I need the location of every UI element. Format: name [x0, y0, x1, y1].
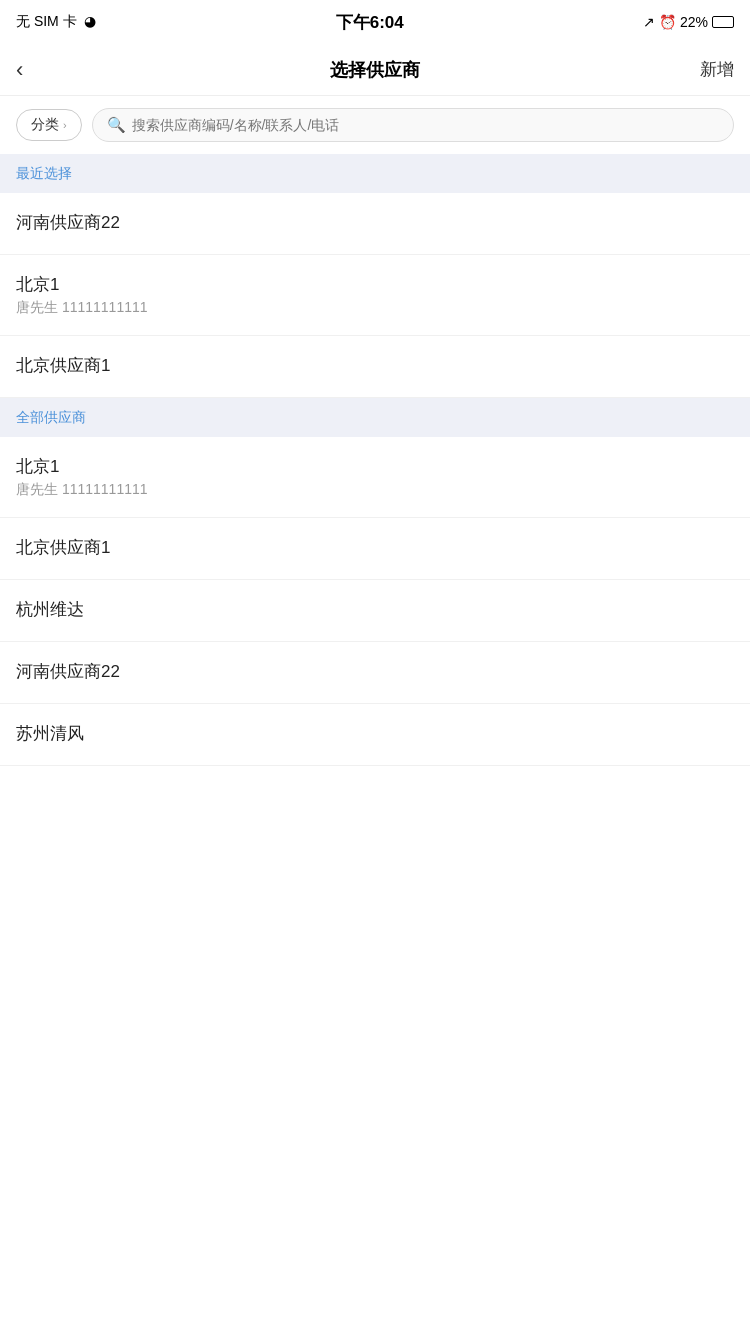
all-section-header: 全部供应商 — [0, 398, 750, 437]
status-left: 无 SIM 卡 ◕ — [16, 13, 96, 31]
recent-section-label: 最近选择 — [16, 165, 72, 181]
status-right: ↗ ⏰ 22% — [643, 14, 734, 30]
item-detail: 唐先生 11111111111 — [16, 299, 734, 317]
alarm-icon: ⏰ — [659, 14, 676, 30]
item-name: 苏州清风 — [16, 722, 734, 745]
item-name: 北京供应商1 — [16, 536, 734, 559]
search-box[interactable]: 🔍 — [92, 108, 734, 142]
list-item[interactable]: 北京1 唐先生 11111111111 — [0, 437, 750, 518]
search-icon: 🔍 — [107, 116, 126, 134]
list-item[interactable]: 河南供应商22 — [0, 193, 750, 255]
search-input[interactable] — [132, 117, 719, 133]
status-time: 下午6:04 — [336, 11, 404, 34]
category-label: 分类 — [31, 116, 59, 134]
list-item[interactable]: 苏州清风 — [0, 704, 750, 766]
page-title: 选择供应商 — [330, 58, 420, 82]
category-button[interactable]: 分类 › — [16, 109, 82, 141]
item-name: 河南供应商22 — [16, 660, 734, 683]
list-item[interactable]: 北京供应商1 — [0, 518, 750, 580]
item-name: 北京1 — [16, 455, 734, 478]
battery-icon — [712, 16, 734, 28]
battery-percent: 22% — [680, 14, 708, 30]
list-item[interactable]: 北京1 唐先生 11111111111 — [0, 255, 750, 336]
list-item[interactable]: 河南供应商22 — [0, 642, 750, 704]
recent-section-header: 最近选择 — [0, 154, 750, 193]
nav-bar: ‹ 选择供应商 新增 — [0, 44, 750, 96]
status-bar: 无 SIM 卡 ◕ 下午6:04 ↗ ⏰ 22% — [0, 0, 750, 44]
location-icon: ↗ — [643, 14, 655, 30]
back-button[interactable]: ‹ — [16, 57, 60, 83]
item-name: 北京供应商1 — [16, 354, 734, 377]
item-detail: 唐先生 11111111111 — [16, 481, 734, 499]
new-supplier-button[interactable]: 新增 — [690, 58, 734, 81]
item-name: 杭州维达 — [16, 598, 734, 621]
item-name: 北京1 — [16, 273, 734, 296]
list-item[interactable]: 杭州维达 — [0, 580, 750, 642]
chevron-right-icon: › — [63, 119, 67, 131]
all-items-list: 北京1 唐先生 11111111111 北京供应商1 杭州维达 河南供应商22 … — [0, 437, 750, 766]
item-name: 河南供应商22 — [16, 211, 734, 234]
recent-items-list: 河南供应商22 北京1 唐先生 11111111111 北京供应商1 — [0, 193, 750, 398]
filter-bar: 分类 › 🔍 — [0, 96, 750, 154]
all-section-label: 全部供应商 — [16, 409, 86, 425]
list-item[interactable]: 北京供应商1 — [0, 336, 750, 398]
